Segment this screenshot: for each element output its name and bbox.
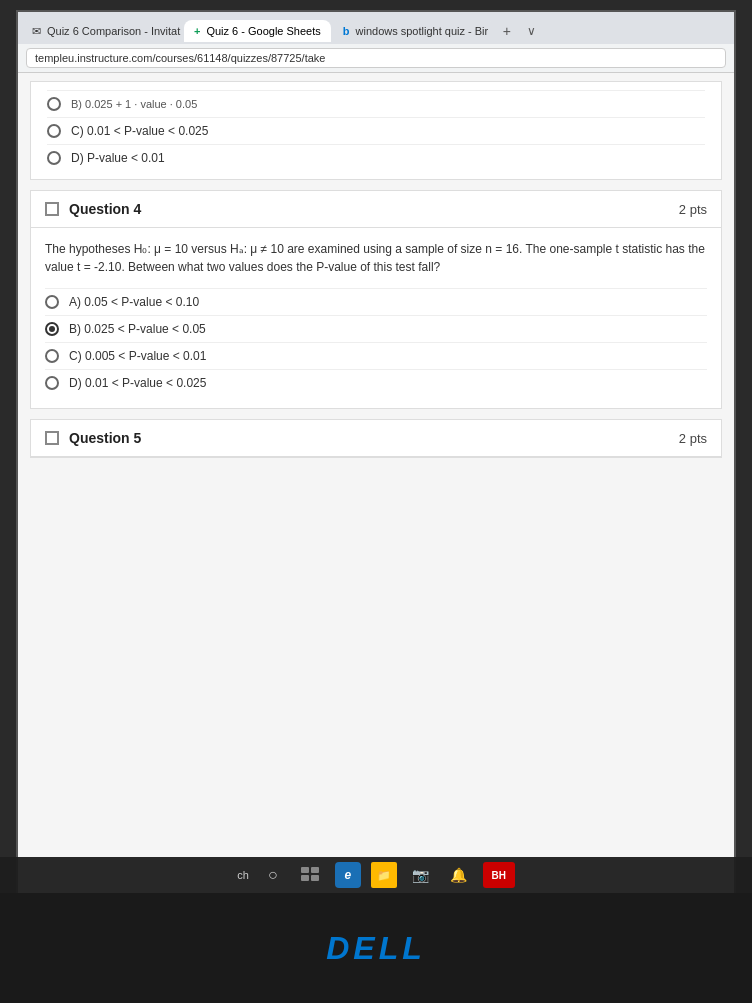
badge-icon: BH xyxy=(492,870,506,881)
browser-window: ✉ Quiz 6 Comparison - Invitat + Quiz 6 -… xyxy=(16,10,736,1003)
question-4-text: The hypotheses H₀: μ = 10 versus Hₐ: μ ≠… xyxy=(45,240,707,276)
more-tabs-button[interactable]: ∨ xyxy=(521,19,542,43)
taskbar-badge-button[interactable]: BH xyxy=(483,862,515,888)
tab-sheets-label: Quiz 6 - Google Sheets xyxy=(206,25,320,37)
url-input[interactable]: templeu.instructure.com/courses/61148/qu… xyxy=(26,48,726,68)
prev-radio-c[interactable] xyxy=(47,124,61,138)
q4-option-b-label: B) 0.025 < P-value < 0.05 xyxy=(69,322,206,336)
monitor: ✉ Quiz 6 Comparison - Invitat + Quiz 6 -… xyxy=(0,0,752,1003)
edge-icon: e xyxy=(344,868,351,882)
taskbar-taskview-button[interactable] xyxy=(297,861,325,889)
taskbar-files-button[interactable]: 📁 xyxy=(371,862,397,888)
tab-bing-label: windows spotlight quiz - Bir xyxy=(356,25,489,37)
question-4-points: 2 pts xyxy=(679,202,707,217)
prev-option-b-label: B) 0.025 + 1 · value · 0.05 xyxy=(71,98,197,110)
taskbar-search-button[interactable]: ○ xyxy=(259,861,287,889)
prev-option-c[interactable]: C) 0.01 < P-value < 0.025 xyxy=(47,117,705,144)
question-5-left: Question 5 xyxy=(45,430,141,446)
q4-option-d[interactable]: D) 0.01 < P-value < 0.025 xyxy=(45,369,707,396)
gmail-icon: ✉ xyxy=(32,25,41,38)
q4-radio-a[interactable] xyxy=(45,295,59,309)
prev-option-b[interactable]: B) 0.025 + 1 · value · 0.05 xyxy=(47,91,705,117)
taskbar-camera-button[interactable]: 📷 xyxy=(407,861,435,889)
question-4-title: Question 4 xyxy=(69,201,141,217)
question-4-body: The hypotheses H₀: μ = 10 versus Hₐ: μ ≠… xyxy=(31,228,721,408)
taskbar-edge-button[interactable]: e xyxy=(335,862,361,888)
q4-option-c[interactable]: C) 0.005 < P-value < 0.01 xyxy=(45,342,707,369)
q4-option-a-label: A) 0.05 < P-value < 0.10 xyxy=(69,295,199,309)
notification-icon: 🔔 xyxy=(450,867,467,883)
tab-sheets[interactable]: + Quiz 6 - Google Sheets xyxy=(184,20,331,42)
question-4-checkbox[interactable] xyxy=(45,202,59,216)
dell-logo: DELL xyxy=(326,930,426,967)
prev-option-d[interactable]: D) P-value < 0.01 xyxy=(47,144,705,171)
question-4-options: A) 0.05 < P-value < 0.10 B) 0.025 < P-va… xyxy=(45,288,707,396)
prev-option-d-label: D) P-value < 0.01 xyxy=(71,151,165,165)
taskbar: ch ○ e 📁 📷 🔔 xyxy=(0,857,752,893)
prev-options-list: B) 0.025 + 1 · value · 0.05 C) 0.01 < P-… xyxy=(47,90,705,171)
question-4-header: Question 4 2 pts xyxy=(31,191,721,228)
q4-radio-b[interactable] xyxy=(45,322,59,336)
camera-icon: 📷 xyxy=(412,867,429,883)
bing-icon: b xyxy=(343,25,350,37)
search-icon: ○ xyxy=(268,866,278,884)
sheets-icon: + xyxy=(194,25,200,37)
q4-option-d-label: D) 0.01 < P-value < 0.025 xyxy=(69,376,206,390)
browser-chrome: ✉ Quiz 6 Comparison - Invitat + Quiz 6 -… xyxy=(18,12,734,73)
prev-option-c-label: C) 0.01 < P-value < 0.025 xyxy=(71,124,208,138)
question-4-left: Question 4 xyxy=(45,201,141,217)
tab-bing[interactable]: b windows spotlight quiz - Bir xyxy=(333,20,493,42)
taskbar-notification-button[interactable]: 🔔 xyxy=(445,861,473,889)
q4-radio-b-inner xyxy=(49,326,55,332)
dell-bar: DELL xyxy=(0,893,752,1003)
question-4-block: Question 4 2 pts The hypotheses H₀: μ = … xyxy=(30,190,722,409)
q4-option-b[interactable]: B) 0.025 < P-value < 0.05 xyxy=(45,315,707,342)
q4-option-a[interactable]: A) 0.05 < P-value < 0.10 xyxy=(45,289,707,315)
new-tab-button[interactable]: + xyxy=(495,18,519,44)
address-bar: templeu.instructure.com/courses/61148/qu… xyxy=(18,44,734,72)
files-icon: 📁 xyxy=(377,869,391,882)
q4-radio-d[interactable] xyxy=(45,376,59,390)
tab-gmail-label: Quiz 6 Comparison - Invitat xyxy=(47,25,180,37)
q4-option-c-label: C) 0.005 < P-value < 0.01 xyxy=(69,349,206,363)
quiz-container: B) 0.025 + 1 · value · 0.05 C) 0.01 < P-… xyxy=(18,73,734,466)
taskview-icon xyxy=(301,867,321,883)
prev-radio-d[interactable] xyxy=(47,151,61,165)
tab-gmail[interactable]: ✉ Quiz 6 Comparison - Invitat xyxy=(22,20,182,43)
prev-radio-b[interactable] xyxy=(47,97,61,111)
tabs-bar: ✉ Quiz 6 Comparison - Invitat + Quiz 6 -… xyxy=(18,12,734,44)
question-5-title: Question 5 xyxy=(69,430,141,446)
question-5-block: Question 5 2 pts xyxy=(30,419,722,458)
q4-radio-c[interactable] xyxy=(45,349,59,363)
question-5-points: 2 pts xyxy=(679,431,707,446)
question-5-header: Question 5 2 pts xyxy=(31,420,721,457)
prev-question-partial: B) 0.025 + 1 · value · 0.05 C) 0.01 < P-… xyxy=(30,81,722,180)
question-5-checkbox[interactable] xyxy=(45,431,59,445)
search-label: ch xyxy=(237,869,249,881)
